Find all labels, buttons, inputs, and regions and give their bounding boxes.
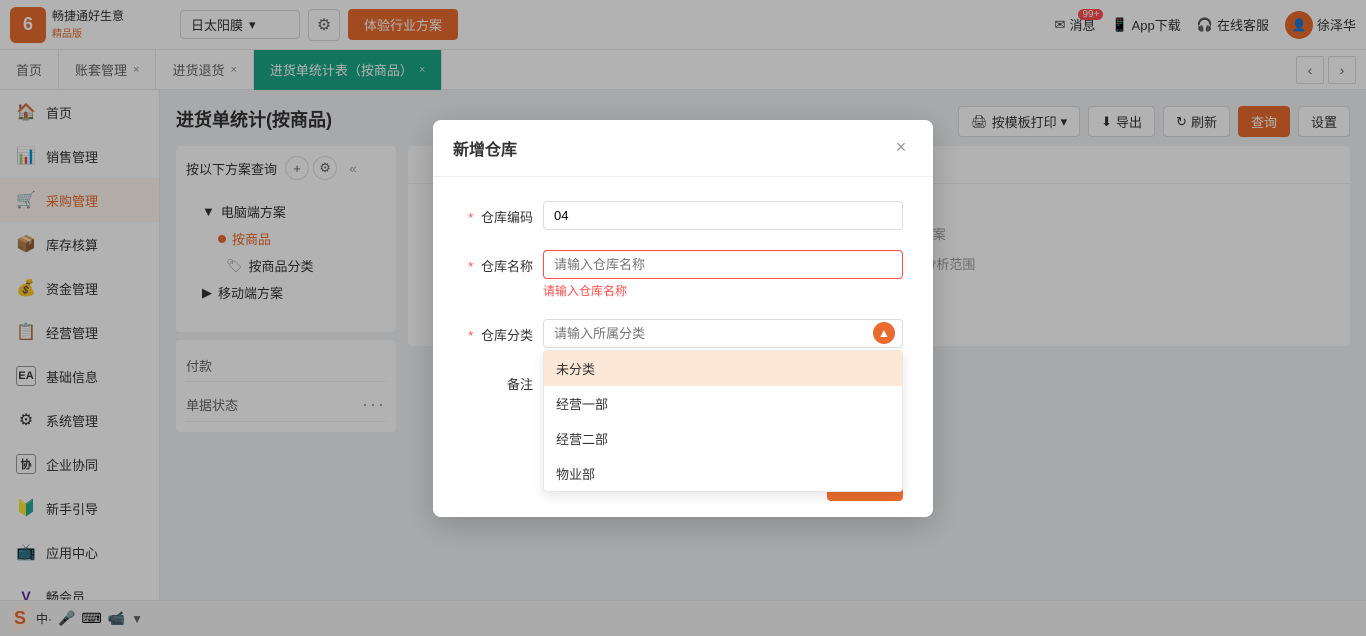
category-input[interactable] bbox=[543, 319, 903, 348]
modal-title: 新增仓库 bbox=[453, 136, 517, 160]
warehouse-name-error: 请输入仓库名称 bbox=[543, 282, 903, 299]
dropdown-item-unclassified[interactable]: 未分类 bbox=[544, 351, 902, 386]
warehouse-category-field: ▲ 未分类 经营一部 经营二部 物业部 bbox=[543, 319, 903, 348]
modal-header: 新增仓库 × bbox=[433, 120, 933, 177]
category-dropdown: 未分类 经营一部 经营二部 物业部 bbox=[543, 350, 903, 492]
warehouse-category-label: * 仓库分类 bbox=[463, 319, 543, 344]
dropdown-item-dept1[interactable]: 经营一部 bbox=[544, 386, 902, 421]
modal-body: * 仓库编码 * 仓库名称 请输入仓库名称 bbox=[433, 177, 933, 431]
category-select-wrapper: ▲ bbox=[543, 319, 903, 348]
warehouse-name-input[interactable] bbox=[543, 250, 903, 279]
required-star2: * bbox=[468, 259, 473, 274]
warehouse-code-group: * 仓库编码 bbox=[463, 201, 903, 230]
warehouse-name-field: 请输入仓库名称 bbox=[543, 250, 903, 299]
modal-overlay: 新增仓库 × * 仓库编码 * 仓库名称 bbox=[0, 0, 1366, 636]
warehouse-category-group: * 仓库分类 ▲ 未分类 经营一部 经营二部 物业部 bbox=[463, 319, 903, 348]
modal-warehouse: 新增仓库 × * 仓库编码 * 仓库名称 bbox=[433, 120, 933, 517]
modal-close-button[interactable]: × bbox=[889, 136, 913, 160]
dropdown-item-property[interactable]: 物业部 bbox=[544, 456, 902, 491]
remark-label: 备注 bbox=[463, 368, 543, 393]
warehouse-code-field bbox=[543, 201, 903, 230]
category-dropdown-toggle[interactable]: ▲ bbox=[873, 322, 895, 344]
required-star: * bbox=[468, 210, 473, 225]
warehouse-name-group: * 仓库名称 请输入仓库名称 bbox=[463, 250, 903, 299]
required-star3: * bbox=[468, 328, 473, 343]
warehouse-code-input[interactable] bbox=[543, 201, 903, 230]
warehouse-code-label: * 仓库编码 bbox=[463, 201, 543, 226]
warehouse-name-label: * 仓库名称 bbox=[463, 250, 543, 275]
dropdown-item-dept2[interactable]: 经营二部 bbox=[544, 421, 902, 456]
